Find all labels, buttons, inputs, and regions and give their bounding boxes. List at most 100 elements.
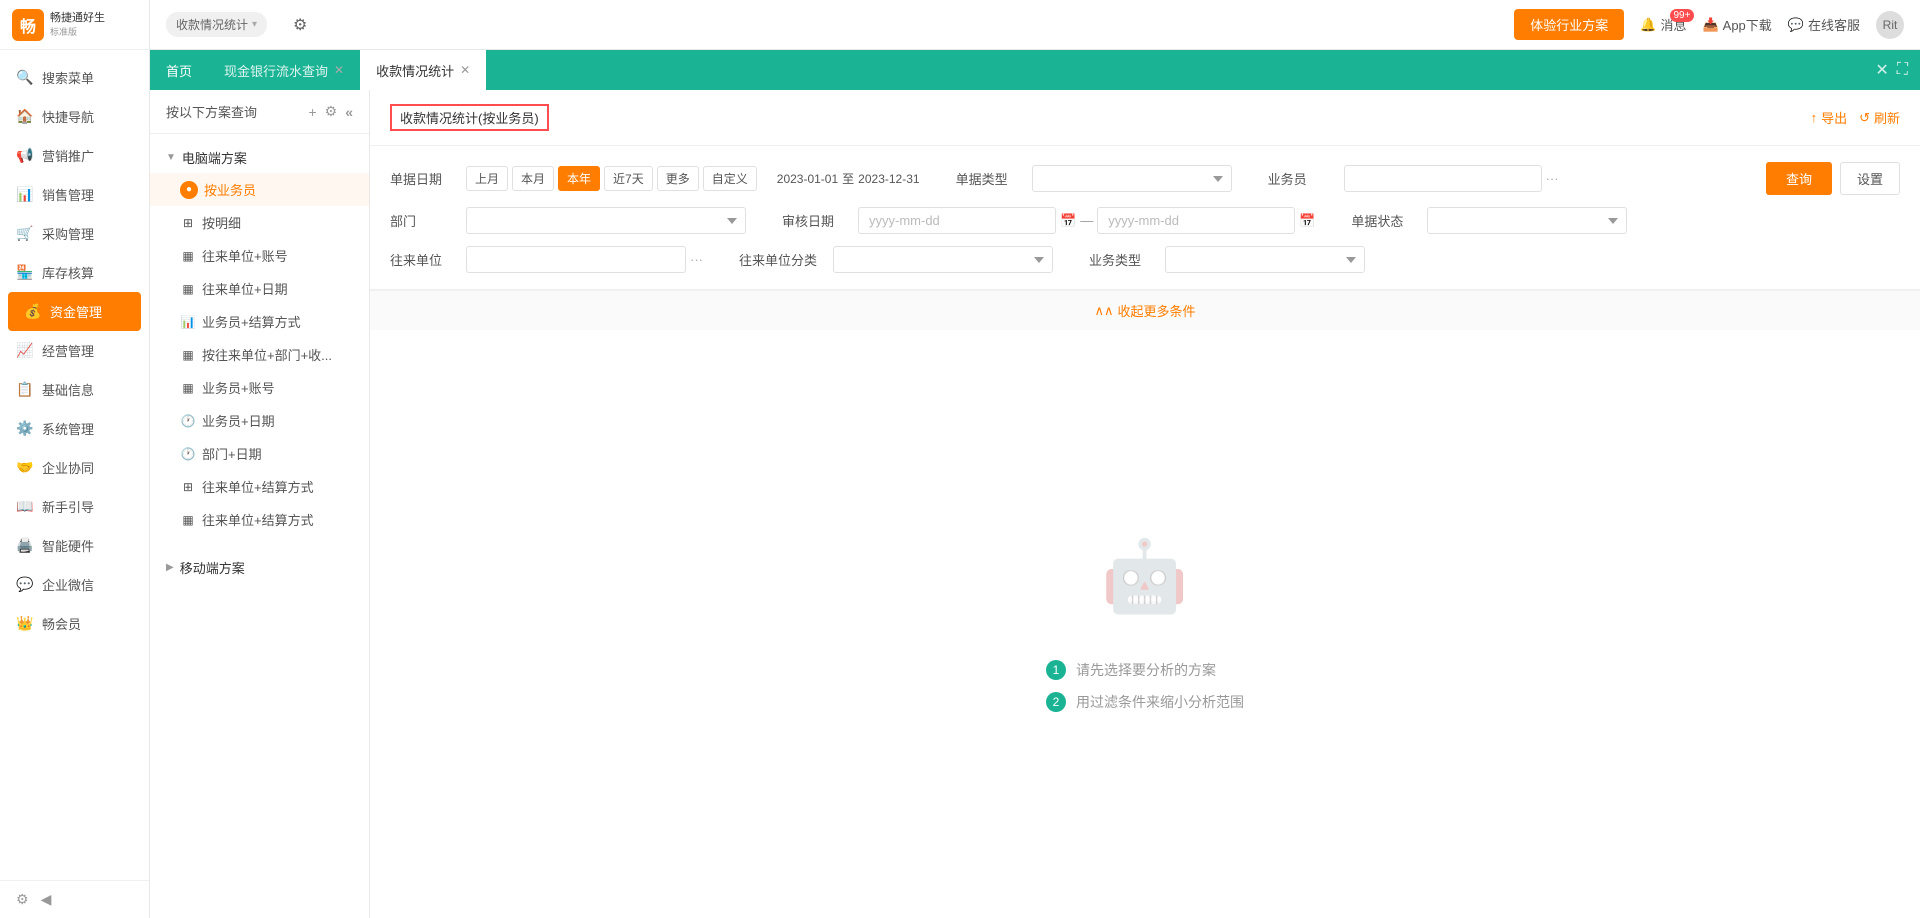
export-icon: ↑ bbox=[1811, 110, 1818, 125]
scheme-item-dept-date[interactable]: 🕐 部门+日期 bbox=[150, 437, 369, 470]
refresh-button[interactable]: ↺ 刷新 bbox=[1859, 108, 1900, 127]
review-date-from-input[interactable] bbox=[858, 207, 1056, 234]
salesperson-label: 业务员 bbox=[1268, 169, 1328, 188]
app-download-icon: 📥 bbox=[1702, 17, 1718, 33]
sidebar-item-enterprise-label: 企业协同 bbox=[42, 458, 94, 477]
smart-hw-icon: 🖨️ bbox=[16, 537, 34, 555]
sidebar-item-basic-info-label: 基础信息 bbox=[42, 380, 94, 399]
sidebar-item-purchase[interactable]: 🛒 采购管理 bbox=[0, 214, 149, 253]
tab-home[interactable]: 首页 bbox=[150, 50, 208, 90]
inventory-icon: 🏪 bbox=[16, 264, 34, 282]
collapse-bar[interactable]: ∧∧ 收起更多条件 bbox=[370, 290, 1920, 330]
sidebar-item-inventory[interactable]: 🏪 库存核算 bbox=[0, 253, 149, 292]
scheme-item-salesperson-account[interactable]: ▦ 业务员+账号 bbox=[150, 371, 369, 404]
scheme-item-by-salesperson[interactable]: ● 按业务员 bbox=[150, 173, 369, 206]
app-download-button[interactable]: 📥 App下载 bbox=[1702, 15, 1771, 34]
date-btn-more[interactable]: 更多 bbox=[657, 166, 699, 191]
scheme-item-salesperson-settlement-label: 业务员+结算方式 bbox=[202, 312, 301, 331]
collapse-panel-button[interactable]: « bbox=[345, 104, 353, 120]
sidebar-nav: 🔍 搜索菜单 🏠 快捷导航 📢 营销推广 📊 销售管理 🛒 采购管理 🏪 库存核… bbox=[0, 50, 149, 880]
notification-button[interactable]: 🔔 消息 99+ bbox=[1640, 15, 1686, 34]
sidebar-item-search-menu[interactable]: 🔍 搜索菜单 bbox=[0, 58, 149, 97]
review-date-to-calendar-icon[interactable]: 📅 bbox=[1299, 213, 1315, 229]
scheme-item-salesperson-settlement[interactable]: 📊 业务员+结算方式 bbox=[150, 305, 369, 338]
date-btn-last-month[interactable]: 上月 bbox=[466, 166, 508, 191]
left-panel: 按以下方案查询 + ⚙ « ▼ 电脑端方案 ● 按业务员 ⊞ bbox=[150, 90, 370, 918]
sidebar-item-smart-hw[interactable]: 🖨️ 智能硬件 bbox=[0, 526, 149, 565]
sidebar-item-marketing[interactable]: 📢 营销推广 bbox=[0, 136, 149, 175]
date-to-value: 2023-12-31 bbox=[858, 172, 919, 186]
sidebar-item-sales[interactable]: 📊 销售管理 bbox=[0, 175, 149, 214]
date-btn-this-month[interactable]: 本月 bbox=[512, 166, 554, 191]
user-avatar[interactable]: Rit bbox=[1876, 11, 1904, 39]
counterpart-input[interactable] bbox=[466, 246, 686, 273]
setting-button[interactable]: 设置 bbox=[1840, 162, 1900, 195]
date-btn-custom[interactable]: 自定义 bbox=[703, 166, 757, 191]
scheme-settings-button[interactable]: ⚙ bbox=[325, 103, 338, 120]
online-service-button[interactable]: 💬 在线客服 bbox=[1788, 15, 1860, 34]
date-btn-this-year[interactable]: 本年 bbox=[558, 166, 600, 191]
scheme-item-by-detail[interactable]: ⊞ 按明细 bbox=[150, 206, 369, 239]
add-scheme-button[interactable]: + bbox=[308, 104, 316, 120]
active-dot-icon: ● bbox=[180, 181, 198, 199]
empty-tip-2-text: 用过滤条件来缩小分析范围 bbox=[1076, 692, 1244, 712]
sidebar-item-member[interactable]: 👑 畅会员 bbox=[0, 604, 149, 643]
scheme-group-desktop: ▼ 电脑端方案 ● 按业务员 ⊞ 按明细 ▦ 往来单位+账号 ▦ bbox=[150, 134, 369, 544]
review-date-from-calendar-icon[interactable]: 📅 bbox=[1060, 213, 1076, 229]
member-icon: 👑 bbox=[16, 615, 34, 633]
review-date-label: 审核日期 bbox=[782, 211, 842, 230]
salesperson-more-icon[interactable]: ··· bbox=[1546, 171, 1559, 186]
tab-bank-flow-label: 现金银行流水查询 bbox=[224, 61, 328, 80]
tab-bank-flow[interactable]: 现金银行流水查询 ✕ bbox=[208, 50, 360, 90]
sidebar-item-system[interactable]: ⚙️ 系统管理 bbox=[0, 409, 149, 448]
scheme-item-salesperson-date[interactable]: 🕐 业务员+日期 bbox=[150, 404, 369, 437]
tab-collection[interactable]: 收款情况统计 ✕ bbox=[360, 50, 486, 90]
salesperson-input[interactable] bbox=[1344, 165, 1542, 192]
sidebar-item-wechat[interactable]: 💬 企业微信 bbox=[0, 565, 149, 604]
refresh-label: 刷新 bbox=[1874, 108, 1900, 127]
tab-bank-flow-close[interactable]: ✕ bbox=[334, 63, 344, 77]
sidebar-item-enterprise[interactable]: 🤝 企业协同 bbox=[0, 448, 149, 487]
collapse-bottom-icon[interactable]: ◀ bbox=[41, 891, 52, 908]
scheme-item-unit-date[interactable]: ▦ 往来单位+日期 bbox=[150, 272, 369, 305]
tab-collection-close[interactable]: ✕ bbox=[460, 63, 470, 77]
scheme-item-unit-settlement1[interactable]: ⊞ 往来单位+结算方式 bbox=[150, 470, 369, 503]
search-menu-icon: 🔍 bbox=[16, 69, 34, 87]
review-date-to-input[interactable] bbox=[1097, 207, 1295, 234]
scheme-item-unit-account[interactable]: ▦ 往来单位+账号 bbox=[150, 239, 369, 272]
tab-close-all-icon[interactable]: ✕ bbox=[1875, 60, 1888, 80]
sidebar-item-finance[interactable]: 💰 资金管理 bbox=[8, 292, 141, 331]
date-btn-last-7[interactable]: 近7天 bbox=[604, 166, 653, 191]
sidebar-item-operations[interactable]: 📈 经营管理 bbox=[0, 331, 149, 370]
query-button[interactable]: 查询 bbox=[1766, 162, 1832, 195]
left-panel-header: 按以下方案查询 + ⚙ « bbox=[150, 90, 369, 134]
counterpart-category-select[interactable] bbox=[833, 246, 1053, 273]
guide-icon: 📖 bbox=[16, 498, 34, 516]
enterprise-icon: 🤝 bbox=[16, 459, 34, 477]
tab-collection-label: 收款情况统计 bbox=[376, 61, 454, 80]
sidebar-item-basic-info[interactable]: 📋 基础信息 bbox=[0, 370, 149, 409]
collapse-button[interactable]: ∧∧ 收起更多条件 bbox=[1094, 301, 1195, 320]
counterpart-more-icon[interactable]: ··· bbox=[690, 252, 703, 267]
sidebar-item-guide[interactable]: 📖 新手引导 bbox=[0, 487, 149, 526]
topbar-settings-icon[interactable]: ⚙ bbox=[293, 17, 307, 34]
collapse-arrow-icon: ∧∧ bbox=[1094, 303, 1113, 319]
settings-bottom-icon[interactable]: ⚙ bbox=[16, 891, 29, 908]
tab-maximize-icon[interactable]: ⛶ bbox=[1897, 61, 1908, 79]
dept-date-icon: 🕐 bbox=[180, 446, 196, 462]
export-button[interactable]: ↑ 导出 bbox=[1811, 108, 1848, 127]
trial-button[interactable]: 体验行业方案 bbox=[1514, 9, 1624, 40]
business-type-select[interactable] bbox=[1165, 246, 1365, 273]
scheme-item-unit-settlement2[interactable]: ▦ 往来单位+结算方式 bbox=[150, 503, 369, 536]
dept-select[interactable] bbox=[466, 207, 746, 234]
scheme-group-mobile-title[interactable]: ▶ 移动端方案 bbox=[150, 552, 369, 583]
counterpart-category-label: 往来单位分类 bbox=[739, 250, 817, 269]
breadcrumb-area[interactable]: 收款情况统计 ▾ bbox=[166, 12, 267, 37]
review-date-separator: — bbox=[1080, 213, 1093, 228]
voucher-type-select[interactable] bbox=[1032, 165, 1232, 192]
scheme-item-unit-dept-collect[interactable]: ▦ 按往来单位+部门+收... bbox=[150, 338, 369, 371]
scheme-group-desktop-title[interactable]: ▼ 电脑端方案 bbox=[150, 142, 369, 173]
doc-status-select[interactable] bbox=[1427, 207, 1627, 234]
sidebar-item-quick-nav[interactable]: 🏠 快捷导航 bbox=[0, 97, 149, 136]
filter-area: 单据日期 上月 本月 本年 近7天 更多 自定义 2023-01-01 至 20… bbox=[370, 146, 1920, 290]
